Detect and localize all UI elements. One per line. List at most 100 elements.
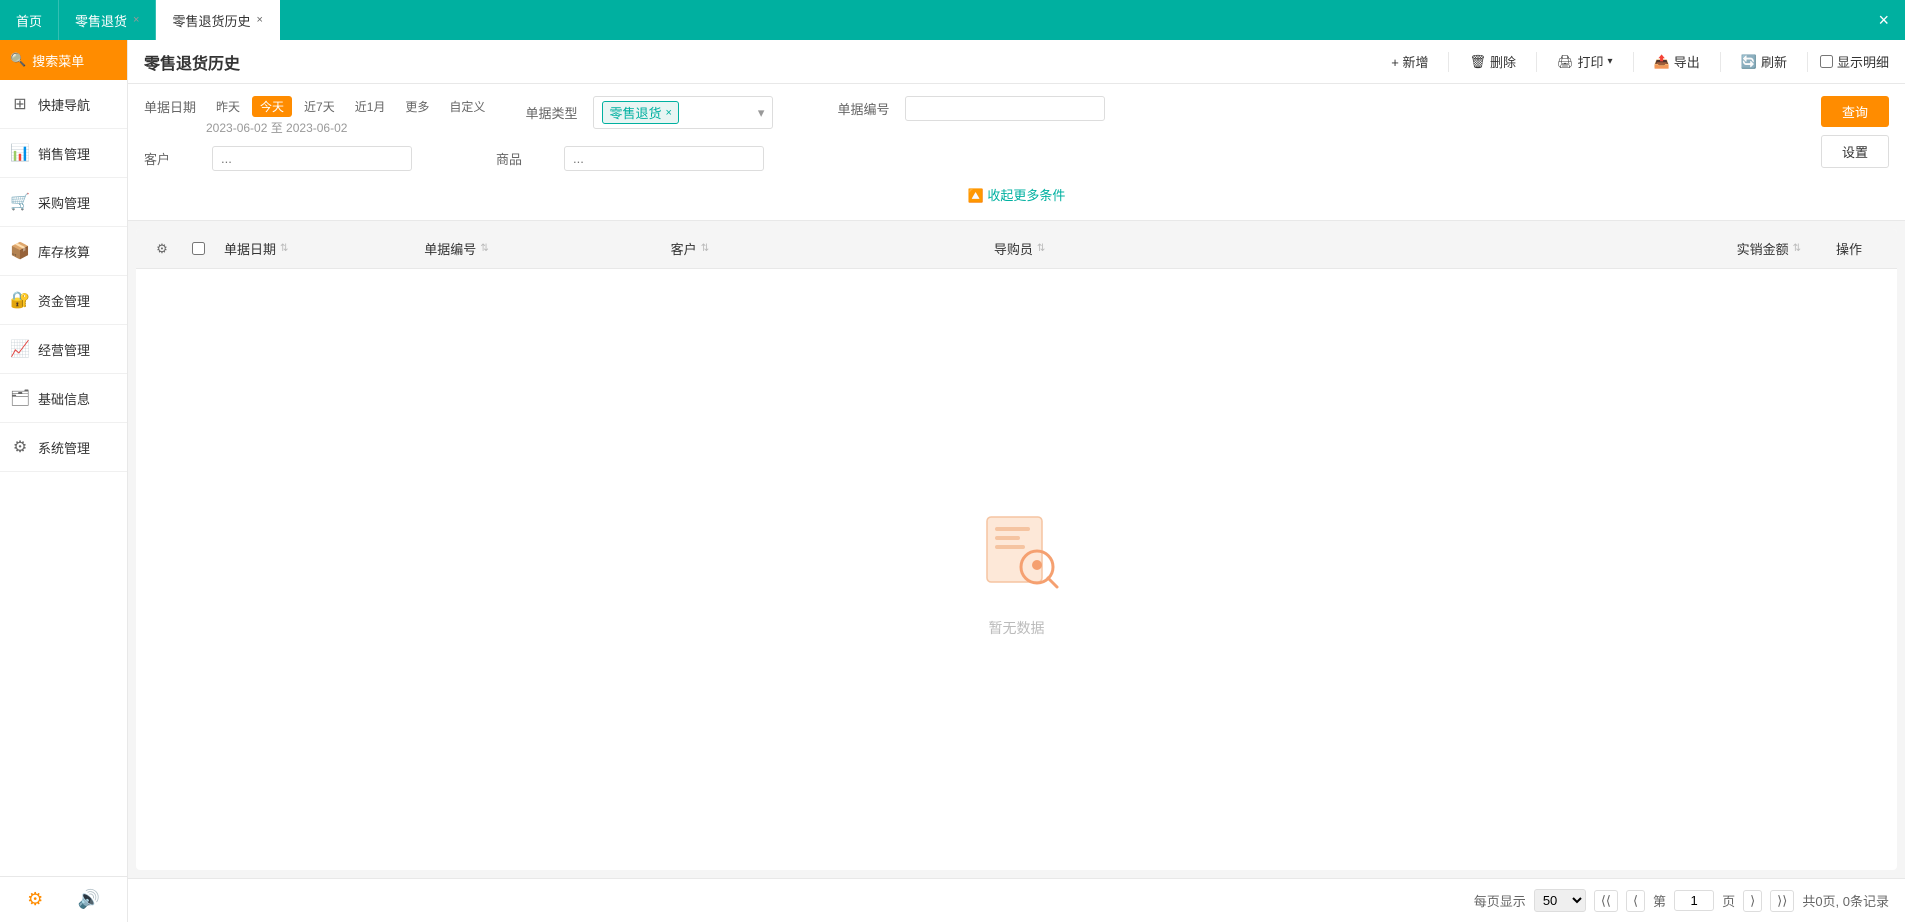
table-select-all[interactable] bbox=[180, 242, 216, 255]
date-custom[interactable]: 自定义 bbox=[441, 96, 493, 117]
display-detail-toggle[interactable]: 显示明细 bbox=[1820, 52, 1889, 71]
sidebar-item-inventory-label: 库存核算 bbox=[38, 242, 90, 261]
th-guide-sort-icon: ⇅ bbox=[1037, 243, 1045, 254]
customer-input[interactable] bbox=[212, 146, 412, 171]
th-guide-label: 导购员 bbox=[994, 239, 1033, 258]
voucher-type-dropdown-arrow: ▾ bbox=[758, 105, 765, 121]
sidebar-search-label: 搜索菜单 bbox=[32, 51, 84, 70]
sidebar-item-purchase[interactable]: 🛒 采购管理 bbox=[0, 178, 127, 227]
sidebar-item-base-info[interactable]: 🗂 基础信息 bbox=[0, 374, 127, 423]
display-detail-checkbox[interactable] bbox=[1820, 55, 1833, 68]
sidebar-item-sales-label: 销售管理 bbox=[38, 144, 90, 163]
sidebar-item-quick-nav[interactable]: ⊞ 快捷导航 bbox=[0, 80, 127, 129]
empty-icon bbox=[967, 502, 1067, 602]
refresh-icon: 🔄 bbox=[1741, 54, 1757, 70]
print-label: 打印 bbox=[1578, 52, 1604, 71]
delete-label: 删除 bbox=[1490, 52, 1516, 71]
inventory-icon: 📦 bbox=[10, 241, 30, 261]
content-area: 零售退货历史 + 新增 🗑 删除 🖨 打印 ▾ 📤 导出 bbox=[128, 40, 1905, 922]
system-icon: ⚙ bbox=[10, 437, 30, 457]
tab-retail-return[interactable]: 零售退货 × bbox=[59, 0, 156, 40]
page-size-select[interactable]: 20 50 100 bbox=[1534, 889, 1586, 912]
page-next-button[interactable]: ⟩ bbox=[1743, 890, 1762, 912]
select-all-checkbox[interactable] bbox=[192, 242, 205, 255]
th-date-sort-icon: ⇅ bbox=[280, 243, 288, 254]
tab-home[interactable]: 首页 bbox=[0, 0, 59, 40]
th-guide[interactable]: 导购员 ⇅ bbox=[986, 239, 1232, 258]
sidebar-item-system[interactable]: ⚙ 系统管理 bbox=[0, 423, 127, 472]
goods-input[interactable] bbox=[564, 146, 764, 171]
query-button[interactable]: 查询 bbox=[1821, 96, 1889, 127]
quick-nav-icon: ⊞ bbox=[10, 94, 30, 114]
sales-icon: 📊 bbox=[10, 143, 30, 163]
date-more[interactable]: 更多 bbox=[397, 96, 437, 117]
print-dropdown-icon: ▾ bbox=[1608, 56, 1613, 67]
voucher-no-input[interactable] bbox=[905, 96, 1105, 121]
delete-button[interactable]: 🗑 删除 bbox=[1461, 48, 1524, 75]
collapse-button[interactable]: 🔼 收起更多条件 bbox=[956, 181, 1078, 208]
tab-retail-return-history-label: 零售退货历史 bbox=[172, 11, 250, 30]
th-amount-label: 实销金额 bbox=[1737, 239, 1789, 258]
voucher-type-tag: 零售退货 × bbox=[602, 101, 678, 124]
th-customer-label: 客户 bbox=[671, 239, 697, 258]
tab-retail-return-history[interactable]: 零售退货历史 × bbox=[156, 0, 279, 40]
th-amount[interactable]: 实销金额 ⇅ bbox=[1709, 239, 1809, 258]
table-area: ⚙ 单据日期 ⇅ 单据编号 ⇅ 客户 ⇅ 导购员 ⇅ bbox=[136, 229, 1897, 870]
page-prev-button[interactable]: ⟨ bbox=[1626, 890, 1645, 912]
window-close-button[interactable]: × bbox=[1862, 10, 1905, 31]
delete-icon: 🗑 bbox=[1469, 54, 1486, 70]
sidebar-search[interactable]: 🔍 搜索菜单 bbox=[0, 40, 127, 80]
table-settings-icon[interactable]: ⚙ bbox=[144, 241, 180, 257]
page-header: 零售退货历史 + 新增 🗑 删除 🖨 打印 ▾ 📤 导出 bbox=[128, 40, 1905, 84]
page-last-button[interactable]: ⟩⟩ bbox=[1770, 890, 1794, 912]
date-range-text: 2023-06-02 至 2023-06-02 bbox=[206, 119, 493, 136]
th-no-sort-icon: ⇅ bbox=[480, 243, 488, 254]
table-header: ⚙ 单据日期 ⇅ 单据编号 ⇅ 客户 ⇅ 导购员 ⇅ bbox=[136, 229, 1897, 269]
th-customer-sort-icon: ⇅ bbox=[701, 243, 709, 254]
divider-3 bbox=[1633, 52, 1634, 72]
sidebar-item-inventory[interactable]: 📦 库存核算 bbox=[0, 227, 127, 276]
th-date-label: 单据日期 bbox=[224, 239, 276, 258]
pagination: 每页显示 20 50 100 ⟨⟨ ⟨ 第 页 ⟩ ⟩⟩ 共0页, 0条记录 bbox=[128, 878, 1905, 922]
collapse-up-icon: 🔼 bbox=[968, 188, 984, 203]
export-button[interactable]: 📤 导出 bbox=[1646, 48, 1708, 75]
th-no-label: 单据编号 bbox=[424, 239, 476, 258]
volume-icon[interactable]: 🔊 bbox=[77, 889, 99, 910]
settings-gear-icon[interactable]: ⚙ bbox=[27, 889, 43, 910]
page-unit: 页 bbox=[1722, 891, 1735, 910]
sidebar-item-finance[interactable]: 🔐 资金管理 bbox=[0, 276, 127, 325]
page-first-button[interactable]: ⟨⟨ bbox=[1594, 890, 1618, 912]
display-detail-label: 显示明细 bbox=[1837, 52, 1889, 71]
refresh-button[interactable]: 🔄 刷新 bbox=[1733, 48, 1795, 75]
th-ops: 操作 bbox=[1809, 239, 1889, 258]
th-customer[interactable]: 客户 ⇅ bbox=[663, 239, 986, 258]
business-icon: 📈 bbox=[10, 339, 30, 359]
th-date[interactable]: 单据日期 ⇅ bbox=[216, 239, 416, 258]
divider-4 bbox=[1720, 52, 1721, 72]
sidebar-item-business[interactable]: 📈 经营管理 bbox=[0, 325, 127, 374]
base-info-icon: 🗂 bbox=[10, 388, 30, 408]
date-yesterday[interactable]: 昨天 bbox=[208, 96, 248, 117]
sidebar-item-sales[interactable]: 📊 销售管理 bbox=[0, 129, 127, 178]
date-1month[interactable]: 近1月 bbox=[347, 96, 394, 117]
new-button[interactable]: + 新增 bbox=[1383, 48, 1436, 75]
tab-retail-return-label: 零售退货 bbox=[75, 11, 127, 30]
date-today[interactable]: 今天 bbox=[252, 96, 292, 117]
page-input[interactable] bbox=[1674, 890, 1714, 911]
header-actions: + 新增 🗑 删除 🖨 打印 ▾ 📤 导出 bbox=[1383, 48, 1889, 75]
right-buttons: 查询 设置 bbox=[1821, 96, 1889, 168]
date-7days[interactable]: 近7天 bbox=[296, 96, 343, 117]
filter-settings-button[interactable]: 设置 bbox=[1821, 135, 1889, 168]
voucher-type-input[interactable]: 零售退货 × ▾ bbox=[593, 96, 773, 129]
sidebar-item-base-info-label: 基础信息 bbox=[38, 389, 90, 408]
empty-state: 暂无数据 bbox=[136, 269, 1897, 870]
export-label: 导出 bbox=[1674, 52, 1700, 71]
th-no[interactable]: 单据编号 ⇅ bbox=[416, 239, 662, 258]
print-button[interactable]: 🖨 打印 ▾ bbox=[1549, 48, 1621, 75]
voucher-type-tag-close[interactable]: × bbox=[665, 107, 671, 119]
sidebar-item-finance-label: 资金管理 bbox=[38, 291, 90, 310]
tab-retail-return-close[interactable]: × bbox=[133, 14, 139, 26]
collapse-label: 收起更多条件 bbox=[987, 188, 1065, 203]
tab-retail-return-history-close[interactable]: × bbox=[256, 14, 262, 26]
purchase-icon: 🛒 bbox=[10, 192, 30, 212]
